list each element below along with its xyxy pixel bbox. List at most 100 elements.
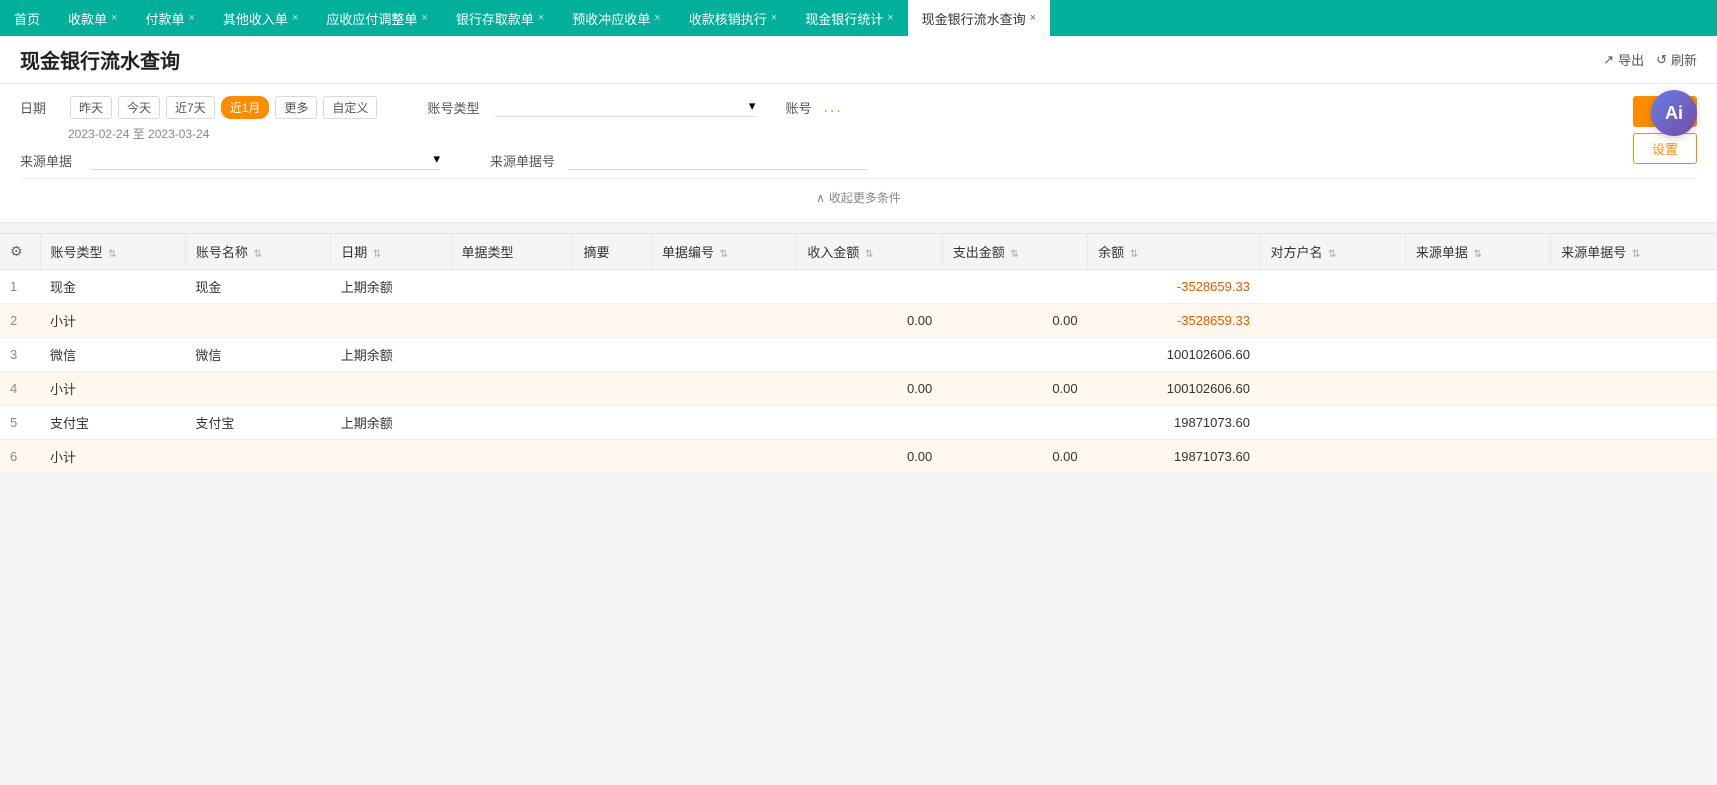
date-btn-custom[interactable]: 自定义 (323, 96, 377, 119)
cell-source-doc (1405, 406, 1550, 440)
sort-balance-icon[interactable]: ⇅ (1130, 249, 1138, 260)
nav-tab-0[interactable]: 收款单 × (54, 0, 131, 36)
cell-source-doc-no (1551, 338, 1717, 372)
account-more-icon[interactable]: ... (823, 99, 842, 117)
cell-summary (573, 304, 652, 338)
refresh-button[interactable]: ↺ 刷新 (1656, 50, 1697, 69)
cell-counterpart (1260, 304, 1405, 338)
col-source-doc: 来源单据 ⇅ (1405, 234, 1550, 270)
source-doc-select[interactable]: ▾ (90, 151, 440, 170)
nav-tab-2-close[interactable]: × (292, 12, 298, 24)
nav-tab-8[interactable]: 现金银行流水查询 × (908, 0, 1050, 36)
nav-tab-4[interactable]: 银行存取款单 × (442, 0, 558, 36)
export-button[interactable]: ↗ 导出 (1603, 50, 1644, 69)
source-doc-label: 来源单据 (20, 151, 80, 170)
nav-tab-3-close[interactable]: × (421, 12, 427, 24)
refresh-icon: ↺ (1656, 52, 1667, 68)
cell-row-num: 3 (0, 338, 40, 372)
cell-row-num: 6 (0, 440, 40, 474)
sort-source-doc-no-icon[interactable]: ⇅ (1632, 249, 1640, 260)
table-row: 1 现金 现金 上期余额 -3528659.33 (0, 270, 1717, 304)
col-account-type: 账号类型 ⇅ (40, 234, 185, 270)
cell-doc-no (652, 270, 797, 304)
col-source-doc-no: 来源单据号 ⇅ (1551, 234, 1717, 270)
cell-balance: -3528659.33 (1088, 270, 1260, 304)
collapse-button[interactable]: ∧ 收起更多条件 (20, 185, 1697, 210)
ai-assistant-button[interactable]: Ai (1651, 90, 1697, 136)
cell-expense: 0.00 (942, 372, 1087, 406)
cell-source-doc (1405, 270, 1550, 304)
date-btn-more[interactable]: 更多 (275, 96, 317, 119)
table-row: 6 小计 0.00 0.00 19871073.60 (0, 440, 1717, 474)
cell-counterpart (1260, 270, 1405, 304)
page-title: 现金银行流水查询 (20, 45, 180, 74)
sort-account-name-icon[interactable]: ⇅ (254, 249, 262, 260)
nav-tab-7-close[interactable]: × (887, 12, 893, 24)
settings-icon[interactable]: ⚙ (10, 243, 23, 259)
cell-doc-type (451, 304, 573, 338)
cell-expense: 0.00 (942, 304, 1087, 338)
cell-source-doc-no (1551, 372, 1717, 406)
cell-row-num: 2 (0, 304, 40, 338)
nav-tab-3[interactable]: 应收应付调整单 × (312, 0, 441, 36)
date-btn-yesterday[interactable]: 昨天 (70, 96, 112, 119)
sort-expense-icon[interactable]: ⇅ (1010, 249, 1018, 260)
source-doc-num-label: 来源单据号 (490, 151, 560, 170)
cell-source-doc (1405, 338, 1550, 372)
account-type-select[interactable]: ▾ (495, 98, 755, 117)
cell-account-name: 微信 (185, 338, 330, 372)
cell-account-name: 支付宝 (185, 406, 330, 440)
sort-doc-no-icon[interactable]: ⇅ (720, 249, 728, 260)
nav-tab-7[interactable]: 现金银行统计 × (791, 0, 907, 36)
date-btn-1month[interactable]: 近1月 (221, 96, 270, 119)
nav-tab-6[interactable]: 收款核销执行 × (675, 0, 791, 36)
cell-summary (573, 270, 652, 304)
cell-doc-no (652, 338, 797, 372)
cell-summary (573, 338, 652, 372)
cell-account-type: 支付宝 (40, 406, 185, 440)
nav-home[interactable]: 首页 (0, 9, 54, 28)
setting-button[interactable]: 设置 (1633, 133, 1697, 164)
date-range-display: 2023-02-24 至 2023-03-24 (68, 125, 1613, 142)
table-row: 5 支付宝 支付宝 上期余额 19871073.60 (0, 406, 1717, 440)
date-btn-today[interactable]: 今天 (118, 96, 160, 119)
col-balance: 余额 ⇅ (1088, 234, 1260, 270)
col-doc-no: 单据编号 ⇅ (652, 234, 797, 270)
chevron-down-icon: ▾ (749, 98, 756, 114)
nav-tab-6-close[interactable]: × (771, 12, 777, 24)
filter-area: 日期 昨天 今天 近7天 近1月 更多 自定义 账号类型 ▾ (0, 84, 1717, 223)
nav-tab-8-close[interactable]: × (1030, 12, 1036, 24)
cell-income: 0.00 (797, 440, 942, 474)
nav-tab-0-close[interactable]: × (111, 12, 117, 24)
chevron-up-icon: ∧ (816, 191, 825, 205)
nav-tab-5[interactable]: 预收冲应收单 × (558, 0, 674, 36)
cell-date (331, 304, 451, 338)
cell-balance: 19871073.60 (1088, 406, 1260, 440)
source-doc-chevron-icon: ▾ (433, 151, 440, 167)
nav-tab-1-close[interactable]: × (188, 12, 194, 24)
header-actions: ↗ 导出 ↺ 刷新 (1603, 50, 1697, 69)
cell-source-doc (1405, 304, 1550, 338)
col-settings[interactable]: ⚙ (0, 234, 40, 270)
col-summary: 摘要 (573, 234, 652, 270)
nav-tab-1[interactable]: 付款单 × (131, 0, 208, 36)
sort-counterpart-icon[interactable]: ⇅ (1328, 249, 1336, 260)
cell-source-doc-no (1551, 440, 1717, 474)
source-doc-num-input[interactable] (568, 150, 868, 170)
cell-expense (942, 270, 1087, 304)
cell-date (331, 372, 451, 406)
cell-source-doc (1405, 440, 1550, 474)
sort-source-doc-icon[interactable]: ⇅ (1473, 249, 1481, 260)
nav-tab-4-close[interactable]: × (538, 12, 544, 24)
cell-account-type: 微信 (40, 338, 185, 372)
cell-income: 0.00 (797, 372, 942, 406)
cell-counterpart (1260, 372, 1405, 406)
sort-date-icon[interactable]: ⇅ (373, 249, 381, 260)
nav-tab-5-close[interactable]: × (654, 12, 660, 24)
date-btn-7days[interactable]: 近7天 (166, 96, 215, 119)
sort-account-type-icon[interactable]: ⇅ (108, 249, 116, 260)
top-navigation: 首页 收款单 × 付款单 × 其他收入单 × 应收应付调整单 × 银行存取款单 … (0, 0, 1717, 36)
sort-income-icon[interactable]: ⇅ (865, 249, 873, 260)
nav-tab-2[interactable]: 其他收入单 × (209, 0, 312, 36)
page-header: 现金银行流水查询 ↗ 导出 ↺ 刷新 (0, 36, 1717, 84)
